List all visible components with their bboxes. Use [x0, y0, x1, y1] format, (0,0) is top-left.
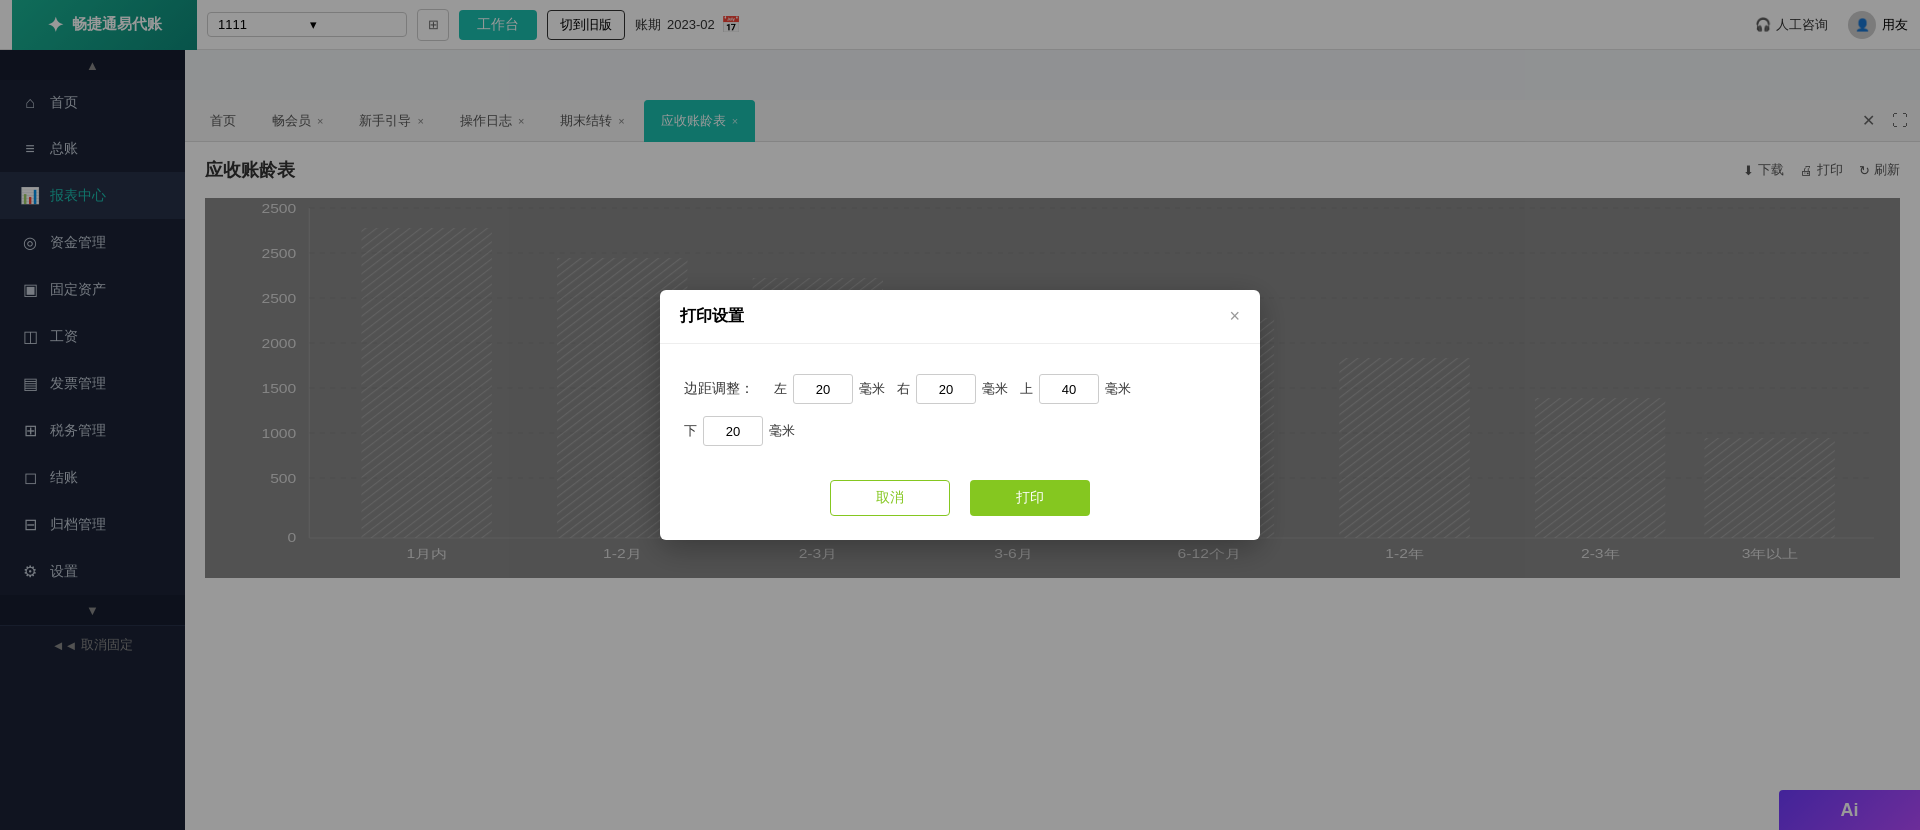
bottom-label: 下: [684, 422, 697, 440]
modal-header: 打印设置 ×: [660, 290, 1260, 344]
right-unit: 毫米: [982, 380, 1008, 398]
top-margin-input[interactable]: [1039, 374, 1099, 404]
right-margin-input[interactable]: [916, 374, 976, 404]
bottom-margin-group: 下 毫米: [684, 416, 795, 446]
modal-title: 打印设置: [680, 306, 744, 327]
top-unit: 毫米: [1105, 380, 1131, 398]
margin-row: 边距调整： 左 毫米 右 毫米 上 毫米 下: [684, 374, 1236, 446]
bottom-unit: 毫米: [769, 422, 795, 440]
modal-footer: 取消 打印: [660, 470, 1260, 540]
top-label: 上: [1020, 380, 1033, 398]
cancel-button[interactable]: 取消: [830, 480, 950, 516]
left-unit: 毫米: [859, 380, 885, 398]
modal-close-button[interactable]: ×: [1229, 306, 1240, 327]
right-label: 右: [897, 380, 910, 398]
top-margin-group: 上 毫米: [1020, 374, 1131, 404]
modal-overlay: 打印设置 × 边距调整： 左 毫米 右 毫米 上 毫米: [0, 0, 1920, 830]
left-margin-group: 左 毫米: [774, 374, 885, 404]
modal-body: 边距调整： 左 毫米 右 毫米 上 毫米 下: [660, 344, 1260, 470]
right-margin-group: 右 毫米: [897, 374, 1008, 404]
margin-adjust-label: 边距调整：: [684, 380, 754, 398]
print-settings-modal: 打印设置 × 边距调整： 左 毫米 右 毫米 上 毫米: [660, 290, 1260, 540]
bottom-margin-input[interactable]: [703, 416, 763, 446]
left-margin-input[interactable]: [793, 374, 853, 404]
confirm-print-button[interactable]: 打印: [970, 480, 1090, 516]
left-label: 左: [774, 380, 787, 398]
